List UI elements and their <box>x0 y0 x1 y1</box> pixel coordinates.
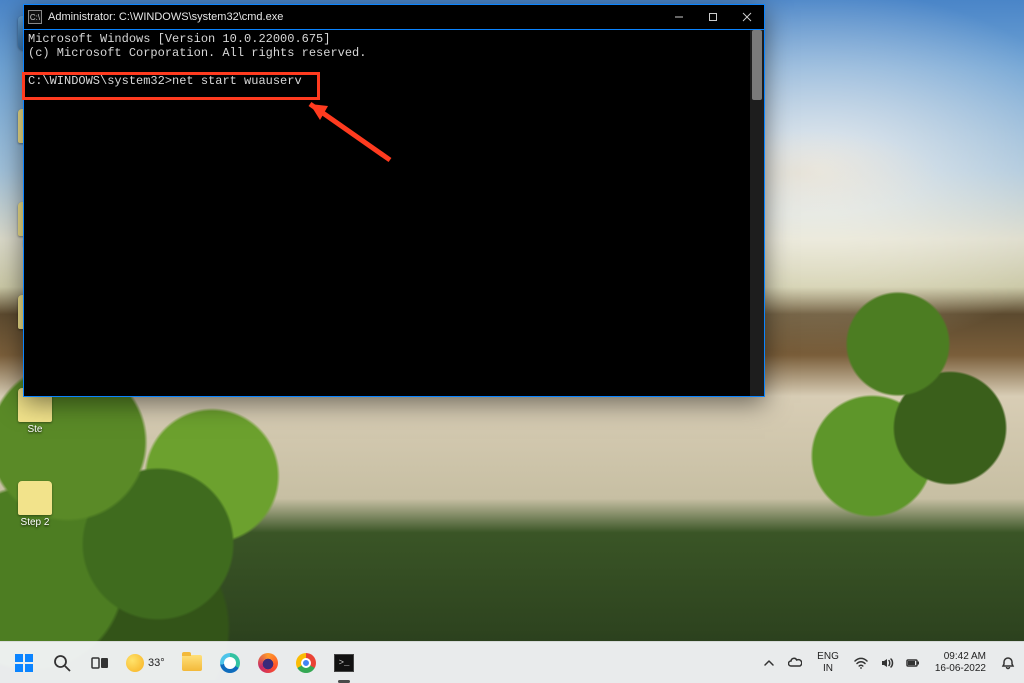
onedrive-icon[interactable] <box>787 655 803 671</box>
wifi-icon[interactable] <box>853 655 869 671</box>
weather-temp: 33° <box>148 657 165 669</box>
desktop-icon-step2[interactable]: Step 2 <box>10 481 60 528</box>
terminal-body[interactable]: Microsoft Windows [Version 10.0.22000.67… <box>24 30 750 396</box>
sun-icon <box>126 654 144 672</box>
cmd-title-icon: C:\ <box>28 10 42 24</box>
notifications-icon[interactable] <box>1000 655 1016 671</box>
terminal-line: Microsoft Windows [Version 10.0.22000.67… <box>28 32 330 46</box>
desktop-icon-label: Ste <box>27 424 42 435</box>
lang-bottom: IN <box>817 663 839 675</box>
edge-icon <box>220 653 240 673</box>
terminal-prompt: C:\WINDOWS\system32> <box>28 74 172 88</box>
clock-date: 16-06-2022 <box>935 663 986 675</box>
language-indicator[interactable]: ENG IN <box>813 649 843 677</box>
window-title: Administrator: C:\WINDOWS\system32\cmd.e… <box>48 11 283 23</box>
firefox-button[interactable] <box>252 647 284 679</box>
desktop-icon-label: Step 2 <box>21 517 50 528</box>
start-button[interactable] <box>8 647 40 679</box>
folder-icon <box>182 655 202 671</box>
edge-button[interactable] <box>214 647 246 679</box>
desktop: Recy Pe Rece Scie Ste Step 2 C:\ Adminis… <box>0 0 1024 683</box>
chrome-button[interactable] <box>290 647 322 679</box>
weather-widget[interactable]: 33° <box>122 647 170 679</box>
cmd-taskbar-button[interactable]: >_ <box>328 647 360 679</box>
cmd-icon: >_ <box>334 654 354 672</box>
maximize-button[interactable] <box>696 5 730 30</box>
close-button[interactable] <box>730 5 764 30</box>
terminal-line: (c) Microsoft Corporation. All rights re… <box>28 46 366 60</box>
terminal-command: net start wuauserv <box>172 74 302 88</box>
task-view-button[interactable] <box>84 647 116 679</box>
firefox-icon <box>258 653 278 673</box>
tray-chevron-icon[interactable] <box>761 655 777 671</box>
cmd-window: C:\ Administrator: C:\WINDOWS\system32\c… <box>23 4 765 397</box>
clock[interactable]: 09:42 AM 16-06-2022 <box>931 649 990 677</box>
lang-top: ENG <box>817 651 839 663</box>
volume-icon[interactable] <box>879 655 895 671</box>
wallpaper-foliage-right <box>794 260 1024 540</box>
battery-icon[interactable] <box>905 655 921 671</box>
scrollbar-thumb[interactable] <box>752 30 762 100</box>
search-button[interactable] <box>46 647 78 679</box>
chrome-icon <box>296 653 316 673</box>
terminal-scrollbar[interactable] <box>750 30 764 396</box>
clock-time: 09:42 AM <box>935 651 986 663</box>
titlebar[interactable]: C:\ Administrator: C:\WINDOWS\system32\c… <box>24 5 764 30</box>
file-explorer-button[interactable] <box>176 647 208 679</box>
taskbar: 33° >_ ENG IN 09:42 AM 16-06-2022 <box>0 641 1024 683</box>
minimize-button[interactable] <box>662 5 696 30</box>
